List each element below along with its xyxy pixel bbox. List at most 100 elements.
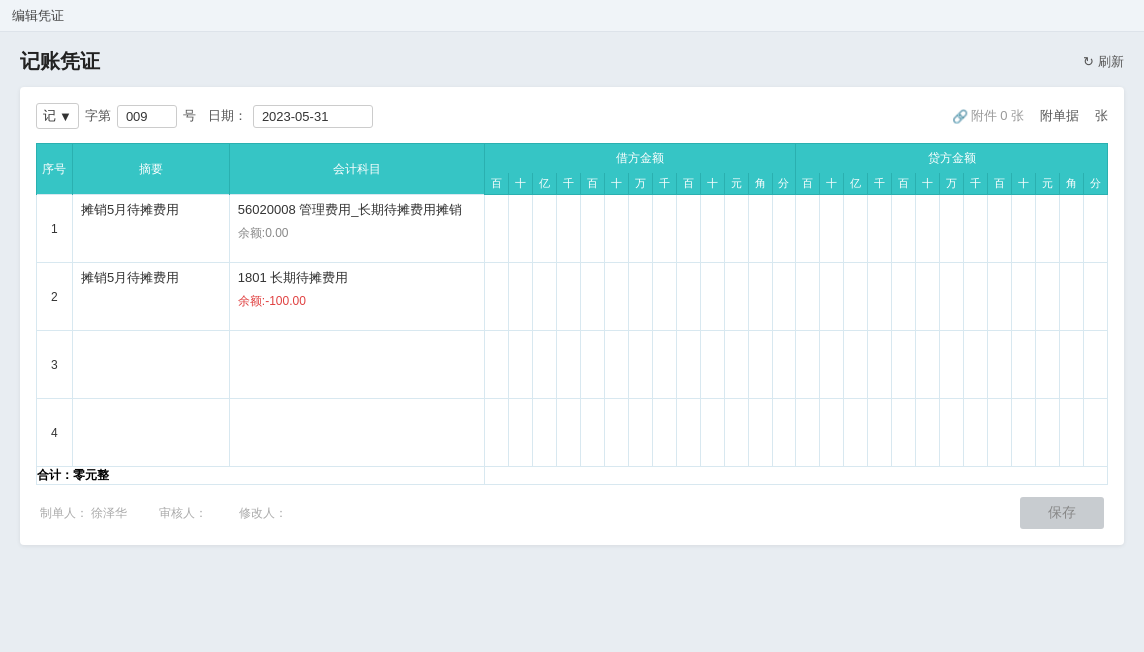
cell-amount-2-0[interactable] — [485, 331, 509, 399]
cell-amount-3-5[interactable] — [604, 399, 628, 467]
cell-amount-3-0[interactable] — [485, 399, 509, 467]
cell-amount-1-0[interactable] — [485, 263, 509, 331]
cell-amount-3-1[interactable] — [509, 399, 533, 467]
cell-amount-1-6[interactable] — [628, 263, 652, 331]
cell-amount-1-21[interactable] — [987, 263, 1011, 331]
cell-amount-2-14[interactable] — [820, 331, 844, 399]
cell-amount-0-22[interactable] — [1011, 195, 1035, 263]
cell-amount-3-4[interactable] — [581, 399, 605, 467]
cell-amount-1-22[interactable] — [1011, 263, 1035, 331]
cell-subject-3[interactable] — [229, 399, 484, 467]
cell-summary-3[interactable] — [72, 399, 229, 467]
cell-amount-2-6[interactable] — [628, 331, 652, 399]
cell-amount-1-4[interactable] — [581, 263, 605, 331]
cell-amount-3-25[interactable] — [1083, 399, 1107, 467]
cell-amount-0-11[interactable] — [748, 195, 772, 263]
cell-amount-0-16[interactable] — [868, 195, 892, 263]
cell-amount-3-3[interactable] — [557, 399, 581, 467]
save-button[interactable]: 保存 — [1020, 497, 1104, 529]
cell-amount-0-7[interactable] — [652, 195, 676, 263]
cell-amount-0-10[interactable] — [724, 195, 748, 263]
cell-amount-3-16[interactable] — [868, 399, 892, 467]
cell-amount-0-24[interactable] — [1059, 195, 1083, 263]
refresh-button[interactable]: ↻ 刷新 — [1083, 53, 1124, 71]
cell-amount-3-15[interactable] — [844, 399, 868, 467]
type-select[interactable]: 记 ▼ — [36, 103, 79, 129]
cell-amount-3-14[interactable] — [820, 399, 844, 467]
cell-amount-1-1[interactable] — [509, 263, 533, 331]
cell-amount-3-18[interactable] — [916, 399, 940, 467]
cell-amount-0-6[interactable] — [628, 195, 652, 263]
cell-amount-3-9[interactable] — [700, 399, 724, 467]
cell-amount-2-3[interactable] — [557, 331, 581, 399]
cell-amount-0-2[interactable] — [533, 195, 557, 263]
cell-amount-3-11[interactable] — [748, 399, 772, 467]
cell-amount-1-17[interactable] — [892, 263, 916, 331]
cell-amount-2-17[interactable] — [892, 331, 916, 399]
cell-amount-0-4[interactable] — [581, 195, 605, 263]
cell-amount-2-22[interactable] — [1011, 331, 1035, 399]
cell-amount-2-16[interactable] — [868, 331, 892, 399]
cell-amount-0-9[interactable] — [700, 195, 724, 263]
cell-amount-2-4[interactable] — [581, 331, 605, 399]
cell-amount-1-14[interactable] — [820, 263, 844, 331]
cell-amount-2-2[interactable] — [533, 331, 557, 399]
cell-amount-3-13[interactable] — [796, 399, 820, 467]
cell-summary-1[interactable]: 摊销5月待摊费用 — [72, 263, 229, 331]
cell-amount-3-22[interactable] — [1011, 399, 1035, 467]
cell-amount-1-20[interactable] — [964, 263, 988, 331]
cell-amount-1-19[interactable] — [940, 263, 964, 331]
cell-amount-2-12[interactable] — [772, 331, 796, 399]
cell-amount-0-17[interactable] — [892, 195, 916, 263]
attach-link[interactable]: 🔗 附件 0 张 — [952, 107, 1024, 125]
cell-amount-2-7[interactable] — [652, 331, 676, 399]
cell-amount-2-25[interactable] — [1083, 331, 1107, 399]
cell-amount-3-2[interactable] — [533, 399, 557, 467]
date-input[interactable] — [253, 105, 373, 128]
cell-amount-0-13[interactable] — [796, 195, 820, 263]
cell-amount-2-10[interactable] — [724, 331, 748, 399]
cell-amount-2-23[interactable] — [1035, 331, 1059, 399]
cell-subject-0[interactable]: 56020008 管理费用_长期待摊费用摊销余额:0.00 — [229, 195, 484, 263]
cell-amount-3-17[interactable] — [892, 399, 916, 467]
cell-amount-1-7[interactable] — [652, 263, 676, 331]
cell-amount-1-25[interactable] — [1083, 263, 1107, 331]
cell-amount-2-1[interactable] — [509, 331, 533, 399]
cell-amount-0-19[interactable] — [940, 195, 964, 263]
cell-amount-3-21[interactable] — [987, 399, 1011, 467]
cell-amount-3-6[interactable] — [628, 399, 652, 467]
cell-amount-1-10[interactable] — [724, 263, 748, 331]
cell-amount-2-18[interactable] — [916, 331, 940, 399]
cell-amount-0-12[interactable] — [772, 195, 796, 263]
cell-amount-2-21[interactable] — [987, 331, 1011, 399]
cell-amount-3-12[interactable] — [772, 399, 796, 467]
cell-amount-3-10[interactable] — [724, 399, 748, 467]
cell-amount-1-12[interactable] — [772, 263, 796, 331]
cell-amount-2-13[interactable] — [796, 331, 820, 399]
cell-amount-1-13[interactable] — [796, 263, 820, 331]
cell-amount-2-11[interactable] — [748, 331, 772, 399]
attach-single[interactable]: 附单据 — [1040, 107, 1079, 125]
cell-amount-1-15[interactable] — [844, 263, 868, 331]
cell-amount-0-23[interactable] — [1035, 195, 1059, 263]
cell-amount-0-5[interactable] — [604, 195, 628, 263]
cell-amount-1-23[interactable] — [1035, 263, 1059, 331]
cell-summary-2[interactable] — [72, 331, 229, 399]
cell-amount-3-23[interactable] — [1035, 399, 1059, 467]
zi-input[interactable] — [117, 105, 177, 128]
cell-amount-0-14[interactable] — [820, 195, 844, 263]
cell-amount-0-25[interactable] — [1083, 195, 1107, 263]
cell-amount-1-2[interactable] — [533, 263, 557, 331]
table-row[interactable]: 4 — [37, 399, 1108, 467]
cell-amount-2-9[interactable] — [700, 331, 724, 399]
cell-amount-1-11[interactable] — [748, 263, 772, 331]
cell-amount-1-5[interactable] — [604, 263, 628, 331]
cell-amount-0-8[interactable] — [676, 195, 700, 263]
cell-amount-1-16[interactable] — [868, 263, 892, 331]
cell-amount-1-8[interactable] — [676, 263, 700, 331]
cell-amount-0-1[interactable] — [509, 195, 533, 263]
cell-amount-0-21[interactable] — [987, 195, 1011, 263]
cell-subject-2[interactable] — [229, 331, 484, 399]
table-row[interactable]: 2摊销5月待摊费用1801 长期待摊费用余额:-100.00 — [37, 263, 1108, 331]
cell-amount-0-0[interactable] — [485, 195, 509, 263]
